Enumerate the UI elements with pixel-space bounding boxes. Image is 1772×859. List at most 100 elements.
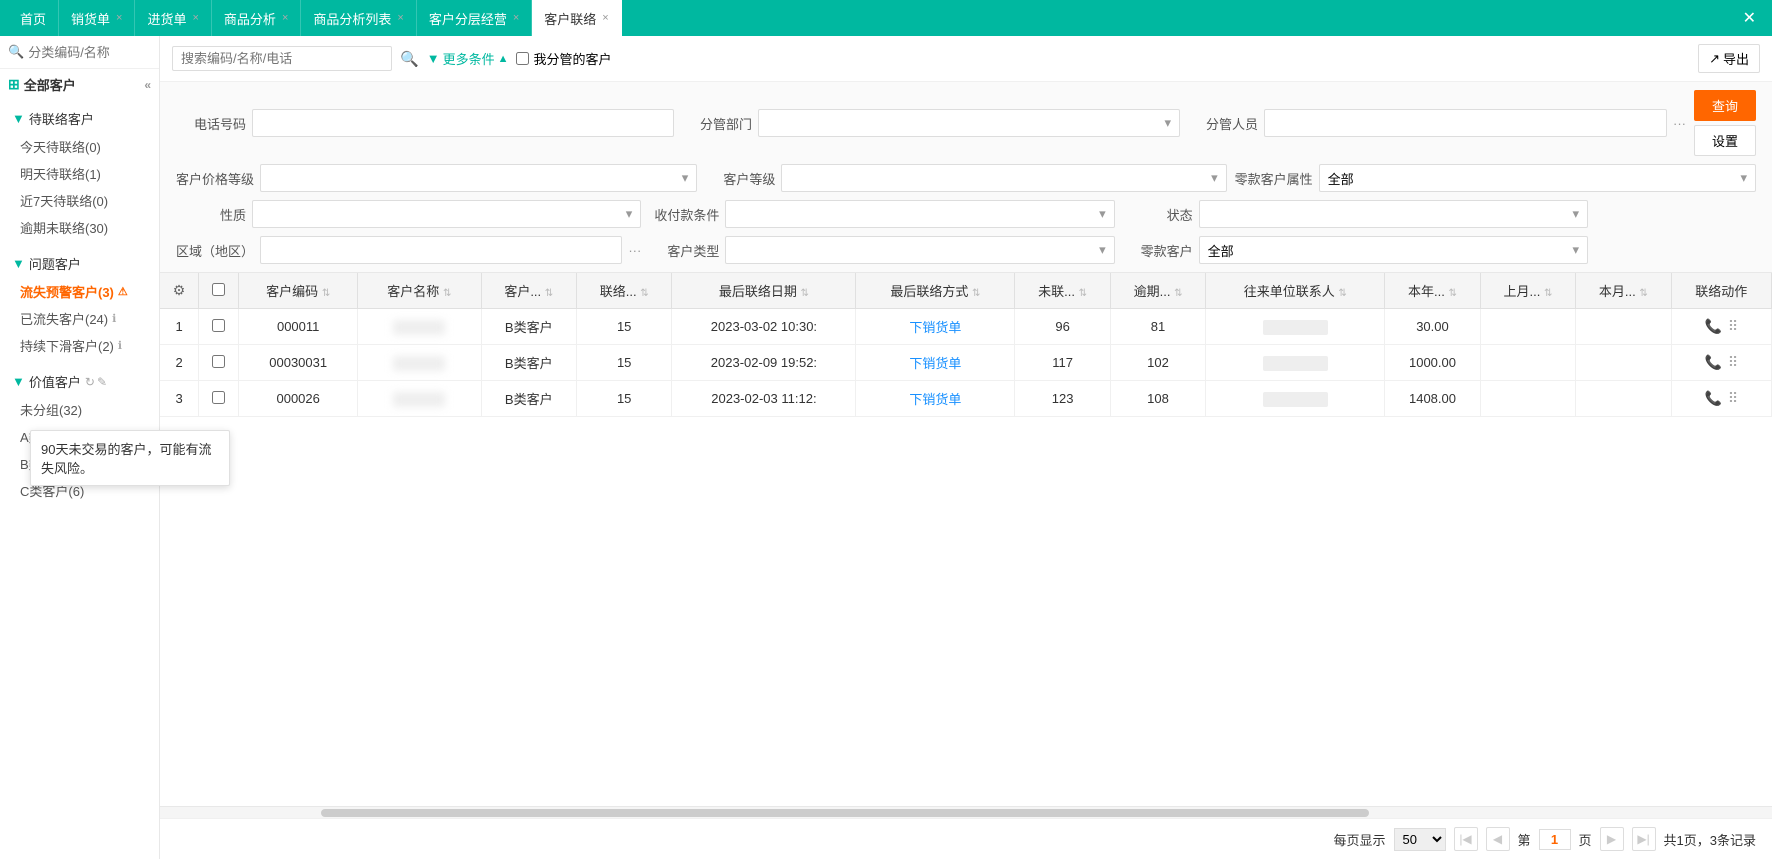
action-contact-icon[interactable]: 📞 — [1704, 318, 1721, 335]
arrow-icon-3: ▼ — [12, 374, 25, 389]
col-last-month[interactable]: 上月... ⇅ — [1480, 273, 1575, 309]
region-dots[interactable]: ··· — [628, 243, 641, 258]
close-customer-contact-tab[interactable]: × — [602, 12, 608, 24]
col-year-amount[interactable]: 本年... ⇅ — [1385, 273, 1480, 309]
sidebar-group-problem-header[interactable]: ▼ 问题客户 — [0, 249, 159, 278]
sidebar-search-input[interactable] — [28, 45, 151, 60]
per-page-select[interactable]: 50 100 200 — [1394, 828, 1446, 851]
sidebar-item-overdue[interactable]: 逾期未联络(30) — [0, 214, 159, 241]
price-arrow: ▾ — [682, 170, 689, 186]
col-overdue[interactable]: 逾期... ⇅ — [1110, 273, 1205, 309]
sidebar-group-value-header[interactable]: ▼ 价值客户 ↻ ✎ — [0, 367, 159, 396]
payment-select[interactable]: ▾ — [725, 200, 1114, 228]
tab-purchase[interactable]: 进货单 × — [135, 0, 211, 36]
price-level-select[interactable]: ▾ — [260, 164, 697, 192]
col-uncontact[interactable]: 未联... ⇅ — [1015, 273, 1110, 309]
collapse-button[interactable]: « — [144, 78, 151, 92]
select-all-checkbox[interactable] — [212, 283, 225, 296]
sidebar: 🔍 ⊞ 全部客户 « ▼ 待联络客户 今天待联络(0) 明天待联络(1) 近7天… — [0, 36, 160, 859]
col-name[interactable]: 客户名称 ⇅ — [358, 273, 481, 309]
action-more-icon[interactable]: ⠿ — [1728, 354, 1738, 371]
col-last-date[interactable]: 最后联络日期 ⇅ — [672, 273, 856, 309]
export-button[interactable]: ↗ 导出 — [1698, 44, 1760, 73]
my-customers-checkbox-label[interactable]: 我分管的客户 — [516, 49, 611, 68]
row-select-checkbox[interactable] — [212, 319, 225, 332]
col-settings[interactable]: ⚙ — [160, 273, 199, 309]
row-last-method[interactable]: 下销货单 — [856, 381, 1015, 417]
col-type[interactable]: 客户... ⇅ — [481, 273, 576, 309]
first-page-btn[interactable]: |◀ — [1454, 827, 1478, 851]
refresh-icon[interactable]: ↻ — [85, 375, 95, 389]
row-checkbox[interactable] — [199, 345, 239, 381]
manager-input[interactable] — [1264, 109, 1667, 137]
last-page-btn[interactable]: ▶| — [1632, 827, 1656, 851]
next-page-btn[interactable]: ▶ — [1600, 827, 1624, 851]
window-close-btn[interactable]: ✕ — [1743, 8, 1764, 28]
col-contact-person[interactable]: 往来单位联系人 ⇅ — [1206, 273, 1385, 309]
close-customer-layer-tab[interactable]: × — [513, 12, 519, 24]
row-checkbox[interactable] — [199, 309, 239, 345]
col-contact-count[interactable]: 联络... ⇅ — [576, 273, 671, 309]
col-last-method[interactable]: 最后联络方式 ⇅ — [856, 273, 1015, 309]
scroll-thumb[interactable] — [321, 809, 1369, 817]
filter-field-payment: 收付款条件 ▾ — [649, 200, 1114, 228]
status-select[interactable]: ▾ — [1199, 200, 1588, 228]
page-number-input[interactable] — [1539, 829, 1571, 850]
row-last-method[interactable]: 下销货单 — [856, 309, 1015, 345]
col-this-month[interactable]: 本月... ⇅ — [1576, 273, 1671, 309]
sidebar-group-waiting-header[interactable]: ▼ 待联络客户 — [0, 104, 159, 133]
zero-customer-select[interactable]: 全部 ▾ — [1199, 236, 1588, 264]
gear-button[interactable]: ⚙ — [173, 282, 186, 299]
row-last-method[interactable]: 下销货单 — [856, 345, 1015, 381]
close-analysis-tab[interactable]: × — [282, 12, 288, 24]
tab-analysis[interactable]: 商品分析 × — [212, 0, 301, 36]
close-sales-tab[interactable]: × — [116, 12, 122, 24]
horizontal-scrollbar[interactable] — [160, 806, 1772, 818]
my-customers-checkbox[interactable] — [516, 52, 529, 65]
customer-type-select[interactable]: ▾ — [725, 236, 1114, 264]
sidebar-item-tomorrow[interactable]: 明天待联络(1) — [0, 160, 159, 187]
sort-lastmonth-icon: ⇅ — [1544, 288, 1552, 299]
region-input[interactable] — [260, 236, 622, 264]
tab-customer-contact[interactable]: 客户联络 × — [532, 0, 621, 36]
sidebar-item-churn-warning[interactable]: 流失预警客户(3) ⚠ — [0, 278, 159, 305]
close-analysis-list-tab[interactable]: × — [397, 12, 403, 24]
action-more-icon[interactable]: ⠿ — [1728, 318, 1738, 335]
manager-dots[interactable]: ··· — [1673, 116, 1686, 131]
row-name: 名称名称 — [358, 381, 481, 417]
tab-customer-layer[interactable]: 客户分层经营 × — [417, 0, 532, 36]
phone-input[interactable] — [252, 109, 674, 137]
customer-level-select[interactable]: ▾ — [781, 164, 1226, 192]
tab-analysis-list[interactable]: 商品分析列表 × — [301, 0, 416, 36]
sidebar-item-ungroup[interactable]: 未分组(32) — [0, 396, 159, 423]
sort-contact-icon: ⇅ — [640, 288, 648, 299]
row-select-checkbox[interactable] — [212, 355, 225, 368]
query-button[interactable]: 查询 — [1694, 90, 1756, 121]
more-filter-button[interactable]: ▼ 更多条件 ▲ — [427, 49, 509, 68]
sidebar-item-churned[interactable]: 已流失客户(24) ℹ — [0, 305, 159, 332]
sidebar-item-declining[interactable]: 持续下滑客户(2) ℹ — [0, 332, 159, 359]
action-contact-icon[interactable]: 📞 — [1704, 390, 1721, 407]
action-more-icon[interactable]: ⠿ — [1728, 390, 1738, 407]
dept-select[interactable]: ▾ — [758, 109, 1180, 137]
sidebar-item-today[interactable]: 今天待联络(0) — [0, 133, 159, 160]
sidebar-item-week[interactable]: 近7天待联络(0) — [0, 187, 159, 214]
sidebar-all-customers[interactable]: ⊞ 全部客户 « — [0, 69, 159, 100]
search-input[interactable] — [172, 46, 392, 71]
action-contact-icon[interactable]: 📞 — [1704, 354, 1721, 371]
tab-home[interactable]: 首页 — [8, 0, 59, 36]
prev-page-btn[interactable]: ◀ — [1486, 827, 1510, 851]
row-checkbox[interactable] — [199, 381, 239, 417]
zero-attr-select[interactable]: 全部 ▾ — [1319, 164, 1756, 192]
row-this-month — [1576, 345, 1671, 381]
row-last-date: 2023-02-09 19:52: — [672, 345, 856, 381]
close-purchase-tab[interactable]: × — [192, 12, 198, 24]
row-select-checkbox[interactable] — [212, 391, 225, 404]
churn-tooltip: 90天未交易的客户，可能有流失风险。 — [30, 430, 160, 486]
gender-select[interactable]: ▾ — [252, 200, 641, 228]
edit-icon[interactable]: ✎ — [97, 375, 107, 389]
col-code[interactable]: 客户编码 ⇅ — [239, 273, 358, 309]
settings-button[interactable]: 设置 — [1694, 125, 1756, 156]
search-button[interactable]: 🔍 — [400, 50, 419, 68]
tab-sales[interactable]: 销货单 × — [59, 0, 135, 36]
